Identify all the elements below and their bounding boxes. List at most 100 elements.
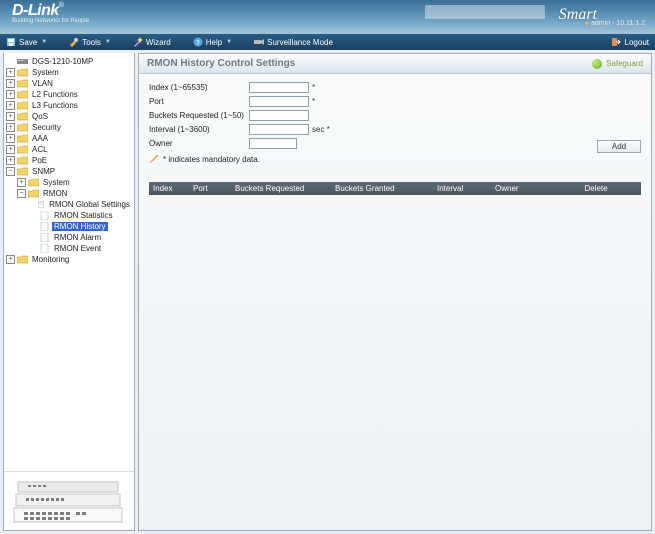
- tools-icon: [69, 37, 79, 47]
- expand-icon[interactable]: +: [6, 68, 15, 77]
- tree-acl[interactable]: + ACL: [6, 144, 132, 155]
- tree-monitoring[interactable]: + Monitoring: [6, 254, 132, 265]
- expand-icon[interactable]: +: [6, 101, 15, 110]
- expand-icon[interactable]: +: [6, 134, 15, 143]
- nav-sidebar: DGS-1210-10MP + System + VLAN + L2 Funct…: [3, 53, 135, 531]
- expand-icon[interactable]: +: [17, 178, 26, 187]
- device-icon: [17, 57, 28, 66]
- help-icon: ?: [193, 37, 203, 47]
- owner-input[interactable]: [249, 138, 297, 149]
- tree-acl-label: ACL: [30, 145, 50, 154]
- brand-text: D-Link: [12, 2, 59, 19]
- tree-poe[interactable]: + PoE: [6, 155, 132, 166]
- port-label: Port: [149, 97, 249, 106]
- menu-logout[interactable]: Logout: [611, 37, 649, 47]
- safeguard-icon: [592, 59, 602, 69]
- menu-wizard[interactable]: Wizard: [133, 37, 171, 47]
- buckets-input[interactable]: [249, 110, 309, 121]
- menu-save[interactable]: Save▼: [6, 37, 47, 47]
- folder-icon: [17, 123, 28, 132]
- tree-snmp[interactable]: − SNMP: [6, 166, 132, 177]
- menu-surveillance-label: Surveillance Mode: [267, 38, 333, 47]
- surveillance-icon: [254, 37, 264, 47]
- nav-tree: DGS-1210-10MP + System + VLAN + L2 Funct…: [4, 53, 134, 471]
- tree-l3[interactable]: + L3 Functions: [6, 100, 132, 111]
- header-switch-graphic: [425, 3, 545, 21]
- menu-logout-label: Logout: [625, 38, 649, 47]
- folder-icon: [17, 79, 28, 88]
- tree-spacer: [28, 211, 37, 220]
- menu-surveillance[interactable]: Surveillance Mode: [254, 37, 333, 47]
- logout-icon: [611, 37, 621, 47]
- tree-root[interactable]: DGS-1210-10MP: [6, 56, 132, 67]
- menu-tools-label: Tools: [82, 38, 101, 47]
- index-label: Index (1~65535): [149, 83, 249, 92]
- tree-security[interactable]: + Security: [6, 122, 132, 133]
- tree-spacer: [28, 200, 35, 209]
- col-buckets-granted: Buckets Granted: [331, 184, 433, 193]
- collapse-icon[interactable]: −: [6, 167, 15, 176]
- tree-rmon-stats[interactable]: RMON Statistics: [6, 210, 132, 221]
- safeguard-badge: Safeguard: [592, 59, 643, 69]
- add-button[interactable]: Add: [597, 140, 641, 153]
- device-preview: [4, 471, 134, 530]
- col-index: Index: [149, 184, 189, 193]
- interval-input[interactable]: [249, 124, 309, 135]
- menu-tools[interactable]: Tools ▼: [69, 37, 111, 47]
- expand-icon[interactable]: +: [6, 145, 15, 154]
- page-icon: [39, 233, 50, 242]
- tree-spacer: [28, 222, 37, 231]
- chevron-down-icon: ▼: [105, 39, 111, 45]
- admin-info-text: admin - 10.11.1.2: [591, 20, 645, 27]
- save-icon: [6, 37, 16, 47]
- collapse-icon[interactable]: −: [17, 189, 26, 198]
- tree-rmon-alarm[interactable]: RMON Alarm: [6, 232, 132, 243]
- expand-icon[interactable]: +: [6, 156, 15, 165]
- folder-icon: [17, 145, 28, 154]
- port-input[interactable]: [249, 96, 309, 107]
- page-icon: [39, 211, 50, 220]
- tree-rmon[interactable]: − RMON: [6, 188, 132, 199]
- panel-body: Index (1~65535) * Port * Buckets Request…: [139, 74, 651, 530]
- main-panel: RMON History Control Settings Safeguard …: [138, 53, 652, 531]
- index-mandatory: *: [312, 83, 315, 92]
- tree-vlan[interactable]: + VLAN: [6, 78, 132, 89]
- col-delete: Delete: [551, 184, 641, 193]
- folder-open-icon: [28, 189, 39, 198]
- wizard-icon: [133, 37, 143, 47]
- chevron-down-icon: ▼: [226, 39, 232, 45]
- tree-snmp-system[interactable]: + System: [6, 177, 132, 188]
- tree-root-label: DGS-1210-10MP: [30, 57, 95, 66]
- col-port: Port: [189, 184, 231, 193]
- expand-icon[interactable]: +: [6, 255, 15, 264]
- expand-icon[interactable]: +: [6, 90, 15, 99]
- tree-l3-label: L3 Functions: [30, 101, 80, 110]
- index-input[interactable]: [249, 82, 309, 93]
- folder-icon: [17, 156, 28, 165]
- tree-poe-label: PoE: [30, 156, 49, 165]
- tree-aaa[interactable]: + AAA: [6, 133, 132, 144]
- expand-icon[interactable]: +: [6, 79, 15, 88]
- tree-qos[interactable]: + QoS: [6, 111, 132, 122]
- col-interval: Interval: [433, 184, 491, 193]
- tree-rmon-global[interactable]: RMON Global Settings: [6, 199, 132, 210]
- tree-snmp-system-label: System: [41, 178, 72, 187]
- table-body: [149, 195, 641, 522]
- folder-icon: [17, 255, 28, 264]
- tree-rmon-event[interactable]: RMON Event: [6, 243, 132, 254]
- menu-help[interactable]: ? Help ▼: [193, 37, 232, 47]
- tree-l2-label: L2 Functions: [30, 90, 80, 99]
- tree-l2[interactable]: + L2 Functions: [6, 89, 132, 100]
- registered-mark: ®: [59, 2, 64, 9]
- menu-help-label: Help: [206, 38, 222, 47]
- folder-icon: [17, 90, 28, 99]
- tree-rmon-history[interactable]: RMON History: [6, 221, 132, 232]
- expand-icon[interactable]: +: [6, 112, 15, 121]
- tree-spacer: [28, 244, 37, 253]
- tree-system[interactable]: + System: [6, 67, 132, 78]
- expand-icon[interactable]: +: [6, 123, 15, 132]
- tree-rmon-label: RMON: [41, 189, 69, 198]
- tree-spacer: [28, 233, 37, 242]
- brand-tagline: Building Networks for People: [12, 18, 89, 24]
- folder-icon: [17, 112, 28, 121]
